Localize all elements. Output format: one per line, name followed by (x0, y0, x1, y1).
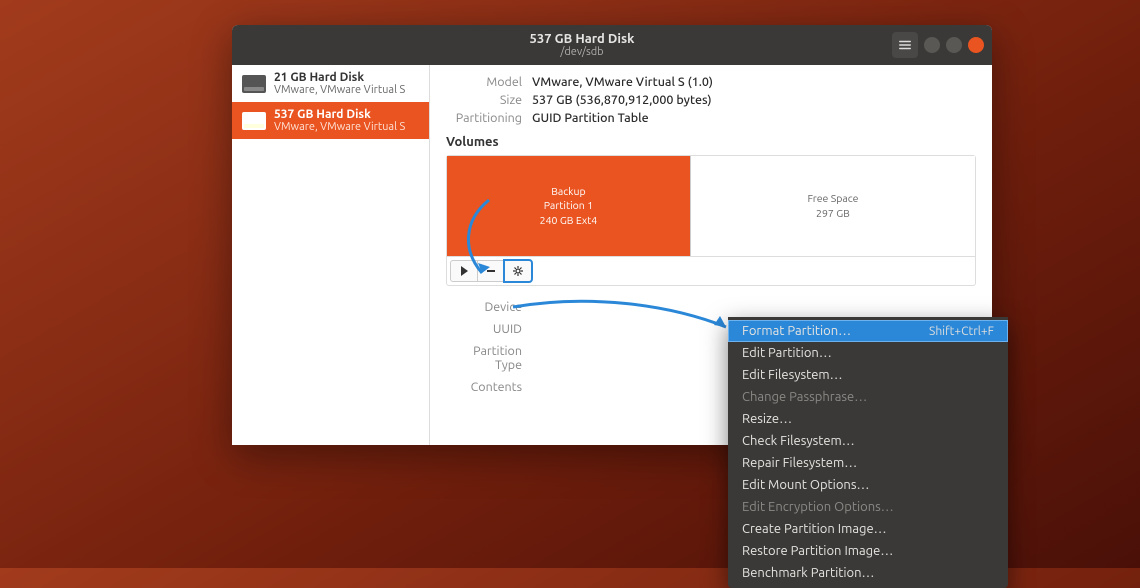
menu-item-label: Resize… (742, 412, 792, 426)
window-title: 537 GB Hard Disk (272, 32, 892, 46)
menu-item-label: Benchmark Partition… (742, 566, 874, 580)
volume-toolbar (447, 256, 975, 285)
titlebar: 537 GB Hard Disk /dev/sdb (232, 25, 992, 65)
close-button[interactable] (968, 37, 984, 53)
partition-name: Backup (551, 185, 585, 199)
menu-item-edit-mount-options[interactable]: Edit Mount Options… (728, 474, 1008, 496)
gear-icon (512, 265, 524, 277)
uuid-label: UUID (446, 322, 522, 336)
device-label: Device (446, 300, 522, 314)
minimize-button[interactable] (924, 37, 940, 53)
menu-item-label: Check Filesystem… (742, 434, 855, 448)
play-icon (458, 265, 470, 277)
window-subtitle: /dev/sdb (272, 46, 892, 58)
menu-item-restore-partition-image[interactable]: Restore Partition Image… (728, 540, 1008, 562)
disks-window: 537 GB Hard Disk /dev/sdb 21 GB Hard Dis… (232, 25, 992, 445)
partition-options-menu: Format Partition… Shift+Ctrl+F Edit Partit… (728, 317, 1008, 588)
menu-item-change-passphrase: Change Passphrase… (728, 386, 1008, 408)
menu-item-label: Edit Filesystem… (742, 368, 843, 382)
disk-title: 537 GB Hard Disk (274, 108, 405, 121)
free-space-label: Free Space (807, 192, 858, 206)
mount-play-button[interactable] (450, 260, 478, 282)
menu-item-label: Format Partition… (742, 324, 851, 338)
hard-disk-icon (242, 75, 266, 93)
menu-item-create-partition-image[interactable]: Create Partition Image… (728, 518, 1008, 540)
menu-item-format-partition[interactable]: Format Partition… Shift+Ctrl+F (728, 320, 1008, 342)
menu-item-label: Repair Filesystem… (742, 456, 857, 470)
disk-subtitle: VMware, VMware Virtual S (274, 121, 405, 133)
disk-detail-panel: Model VMware, VMware Virtual S (1.0) Siz… (430, 65, 992, 445)
partition-1-block[interactable]: Backup Partition 1 240 GB Ext4 (447, 156, 690, 256)
disk-subtitle: VMware, VMware Virtual S (274, 84, 405, 96)
volumes-heading: Volumes (446, 135, 976, 149)
menu-item-label: Restore Partition Image… (742, 544, 893, 558)
menu-item-label: Change Passphrase… (742, 390, 867, 404)
free-space-size: 297 GB (816, 207, 850, 221)
menu-item-label: Edit Mount Options… (742, 478, 869, 492)
model-label: Model (446, 75, 522, 89)
partition-options-button[interactable] (504, 260, 532, 282)
menu-item-edit-filesystem[interactable]: Edit Filesystem… (728, 364, 1008, 386)
menu-item-check-filesystem[interactable]: Check Filesystem… (728, 430, 1008, 452)
menu-item-repair-filesystem[interactable]: Repair Filesystem… (728, 452, 1008, 474)
menu-item-label: Edit Encryption Options… (742, 500, 894, 514)
partition-fs: 240 GB Ext4 (540, 214, 598, 228)
hamburger-menu-button[interactable] (892, 32, 918, 58)
partitioning-value: GUID Partition Table (532, 111, 649, 125)
contents-label: Contents (446, 380, 522, 394)
free-space-block[interactable]: Free Space 297 GB (690, 156, 975, 256)
size-value: 537 GB (536,870,912,000 bytes) (532, 93, 712, 107)
disk-item-537gb[interactable]: 537 GB Hard Disk VMware, VMware Virtual … (232, 102, 429, 139)
hard-disk-icon (242, 112, 266, 130)
model-value: VMware, VMware Virtual S (1.0) (532, 75, 713, 89)
menu-item-resize[interactable]: Resize… (728, 408, 1008, 430)
menu-item-accelerator: Shift+Ctrl+F (929, 325, 994, 338)
menu-item-edit-encryption-options: Edit Encryption Options… (728, 496, 1008, 518)
volume-bar: Backup Partition 1 240 GB Ext4 Free Spac… (446, 155, 976, 286)
delete-partition-button[interactable] (477, 260, 505, 282)
menu-item-label: Create Partition Image… (742, 522, 887, 536)
maximize-button[interactable] (946, 37, 962, 53)
menu-item-edit-partition[interactable]: Edit Partition… (728, 342, 1008, 364)
menu-item-label: Edit Partition… (742, 346, 832, 360)
size-label: Size (446, 93, 522, 107)
menu-item-benchmark-partition[interactable]: Benchmark Partition… (728, 562, 1008, 584)
disk-item-21gb[interactable]: 21 GB Hard Disk VMware, VMware Virtual S (232, 65, 429, 102)
partition-label: Partition 1 (544, 199, 593, 213)
partition-type-label: Partition Type (446, 344, 522, 372)
disk-title: 21 GB Hard Disk (274, 71, 405, 84)
partitioning-label: Partitioning (446, 111, 522, 125)
disk-list-sidebar: 21 GB Hard Disk VMware, VMware Virtual S… (232, 65, 430, 445)
minus-icon (485, 265, 497, 277)
